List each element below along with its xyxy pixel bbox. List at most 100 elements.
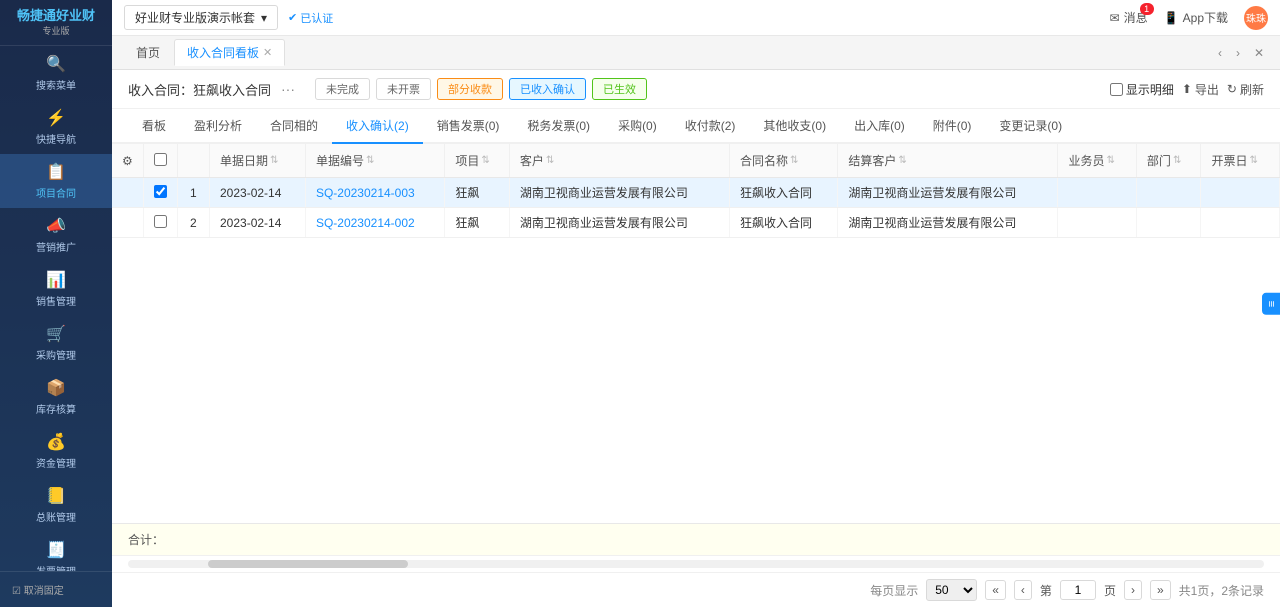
sidebar-item-search[interactable]: 🔍搜索菜单	[0, 46, 112, 100]
doc-number-link-0[interactable]: SQ-20230214-003	[316, 186, 415, 200]
app-logo: 畅捷通好业财 专业版	[0, 0, 112, 46]
tab-close-icon[interactable]: ✕	[263, 46, 272, 59]
sub-tab-change-log[interactable]: 变更记录(0)	[985, 109, 1076, 144]
sub-tab-profit[interactable]: 盈利分析	[180, 109, 256, 144]
page-info: 共1页，2条记录	[1179, 582, 1264, 599]
sidebar-label-quick-nav: 快捷导航	[36, 131, 76, 146]
app-download-button[interactable]: 📱 App下载	[1164, 9, 1228, 26]
sidebar-item-sales[interactable]: 📊销售管理	[0, 262, 112, 316]
sidebar-item-general[interactable]: 📒总账管理	[0, 478, 112, 532]
sidebar-item-invoice[interactable]: 🧾发票管理	[0, 532, 112, 571]
topbar: 好业财专业版演示帐套 ▾ ✔ 已认证 ✉ 1 消息 📱 App下载 珠珠	[112, 0, 1280, 36]
show-detail-checkbox[interactable]: 显示明细	[1110, 81, 1174, 98]
next-page-button[interactable]: ›	[1124, 580, 1142, 600]
sidebar-label-purchase: 采购管理	[36, 347, 76, 362]
th-date[interactable]: 单据日期⇅	[210, 144, 306, 178]
prev-page-button[interactable]: ‹	[1014, 580, 1032, 600]
page-input[interactable]	[1060, 580, 1096, 600]
refresh-label: 刷新	[1240, 81, 1264, 98]
phone-icon: 📱	[1164, 11, 1179, 25]
th-settlement[interactable]: 结算客户⇅	[838, 144, 1058, 178]
sidebar-icon-project: 📋	[46, 162, 66, 182]
td-project-0: 狂飙	[445, 178, 510, 208]
sub-tab-income-confirm[interactable]: 收入确认(2)	[332, 109, 423, 144]
sub-tab-kanban[interactable]: 看板	[128, 109, 180, 144]
scroll-thumb[interactable]	[208, 560, 408, 568]
sub-tab-contract-rel[interactable]: 合同相的	[256, 109, 332, 144]
message-button[interactable]: ✉ 1 消息	[1110, 9, 1148, 26]
export-button[interactable]: ⬆ 导出	[1182, 81, 1219, 98]
sidebar-item-capital[interactable]: 💰资金管理	[0, 424, 112, 478]
sub-tab-other[interactable]: 其他收支(0)	[749, 109, 840, 144]
show-detail-input[interactable]	[1110, 83, 1123, 96]
td-num-1: 2	[177, 208, 209, 238]
th-department[interactable]: 部门⇅	[1136, 144, 1201, 178]
sub-tab-tax-invoice[interactable]: 税务发票(0)	[513, 109, 604, 144]
logo-main: 畅捷通好业财	[6, 8, 106, 24]
td-contract-0: 狂飙收入合同	[730, 178, 838, 208]
status-btn-未开票[interactable]: 未开票	[376, 78, 431, 100]
th-invoice-date[interactable]: 开票日⇅	[1201, 144, 1280, 178]
th-customer[interactable]: 客户⇅	[509, 144, 729, 178]
row-checkbox-0[interactable]	[154, 185, 167, 198]
chevron-down-icon: ▾	[261, 11, 267, 25]
page-suffix: 页	[1104, 582, 1116, 599]
per-page-label: 每页显示	[870, 582, 918, 599]
sub-tab-attachments[interactable]: 附件(0)	[919, 109, 986, 144]
status-btn-部分收款[interactable]: 部分收款	[437, 78, 503, 100]
th-contract[interactable]: 合同名称⇅	[730, 144, 838, 178]
sidebar-label-invoice: 发票管理	[36, 563, 76, 571]
page-size-select[interactable]: 50 20 100	[926, 579, 977, 601]
sub-tab-sales-invoice[interactable]: 销售发票(0)	[423, 109, 514, 144]
sidebar-item-quick-nav[interactable]: ⚡ 快捷导航	[0, 100, 112, 154]
sort-icon-5: ⇅	[790, 155, 798, 166]
sidebar-item-purchase[interactable]: 🛒采购管理	[0, 316, 112, 370]
sidebar-item-inventory[interactable]: 📦库存核算	[0, 370, 112, 424]
user-avatar[interactable]: 珠珠	[1244, 6, 1268, 30]
td-number-1: SQ-20230214-002	[305, 208, 444, 238]
td-project-1: 狂飙	[445, 208, 510, 238]
row-checkbox-1[interactable]	[154, 215, 167, 228]
td-date-0: 2023-02-14	[210, 178, 306, 208]
doc-number-link-1[interactable]: SQ-20230214-002	[316, 216, 415, 230]
th-number-label: 单据编号	[316, 152, 364, 169]
tab-prev-button[interactable]: ‹	[1214, 44, 1226, 62]
pin-button[interactable]: ☑ 取消固定	[8, 578, 104, 601]
sidebar-icon-quick-nav: ⚡	[46, 108, 66, 128]
first-page-button[interactable]: «	[985, 580, 1006, 600]
sub-tab-purchase[interactable]: 采购(0)	[604, 109, 671, 144]
last-page-button[interactable]: »	[1150, 580, 1171, 600]
refresh-button[interactable]: ↻ 刷新	[1227, 81, 1264, 98]
company-selector[interactable]: 好业财专业版演示帐套 ▾	[124, 5, 278, 30]
status-btn-未完成[interactable]: 未完成	[315, 78, 370, 100]
total-bar: 合计：	[112, 523, 1280, 555]
sub-tab-payment[interactable]: 收付款(2)	[671, 109, 750, 144]
sidebar-icon-marketing: 📣	[46, 216, 66, 236]
sidebar-nav: 🔍搜索菜单 ⚡ 快捷导航 📋项目合同📣营销推广📊销售管理🛒采购管理📦库存核算💰资金管理…	[0, 46, 112, 571]
sort-icon-2: ⇅	[366, 155, 374, 166]
tab-home[interactable]: 首页	[124, 40, 172, 65]
more-options-button[interactable]: ···	[281, 81, 295, 97]
page-label: 第	[1040, 582, 1052, 599]
th-number[interactable]: 单据编号⇅	[305, 144, 444, 178]
tab-next-button[interactable]: ›	[1232, 44, 1244, 62]
status-btn-已生效[interactable]: 已生效	[592, 78, 647, 100]
sidebar-item-marketing[interactable]: 📣营销推广	[0, 208, 112, 262]
tab-contract-board[interactable]: 收入合同看板 ✕	[174, 39, 285, 66]
th-salesperson[interactable]: 业务员⇅	[1058, 144, 1136, 178]
sub-tab-warehouse[interactable]: 出入库(0)	[840, 109, 919, 144]
tab-nav-buttons: ‹ › ✕	[1214, 44, 1268, 62]
table-row[interactable]: 2 2023-02-14 SQ-20230214-002 狂飙 湖南卫视商业运营…	[112, 208, 1280, 238]
export-icon: ⬆	[1182, 82, 1192, 96]
sidebar-item-project[interactable]: 📋项目合同	[0, 154, 112, 208]
table-row[interactable]: 1 2023-02-14 SQ-20230214-003 狂飙 湖南卫视商业运营…	[112, 178, 1280, 208]
sidebar-bottom: ☑ 取消固定	[0, 571, 112, 607]
td-invoice-date-0	[1201, 178, 1280, 208]
th-settings[interactable]: ⚙	[112, 144, 143, 178]
th-project[interactable]: 项目⇅	[445, 144, 510, 178]
right-sidebar-button[interactable]: ≡	[1262, 292, 1280, 314]
status-btn-已收入确认[interactable]: 已收入确认	[509, 78, 586, 100]
select-all-checkbox[interactable]	[154, 153, 167, 166]
td-num-0: 1	[177, 178, 209, 208]
tab-close-button[interactable]: ✕	[1250, 44, 1268, 62]
